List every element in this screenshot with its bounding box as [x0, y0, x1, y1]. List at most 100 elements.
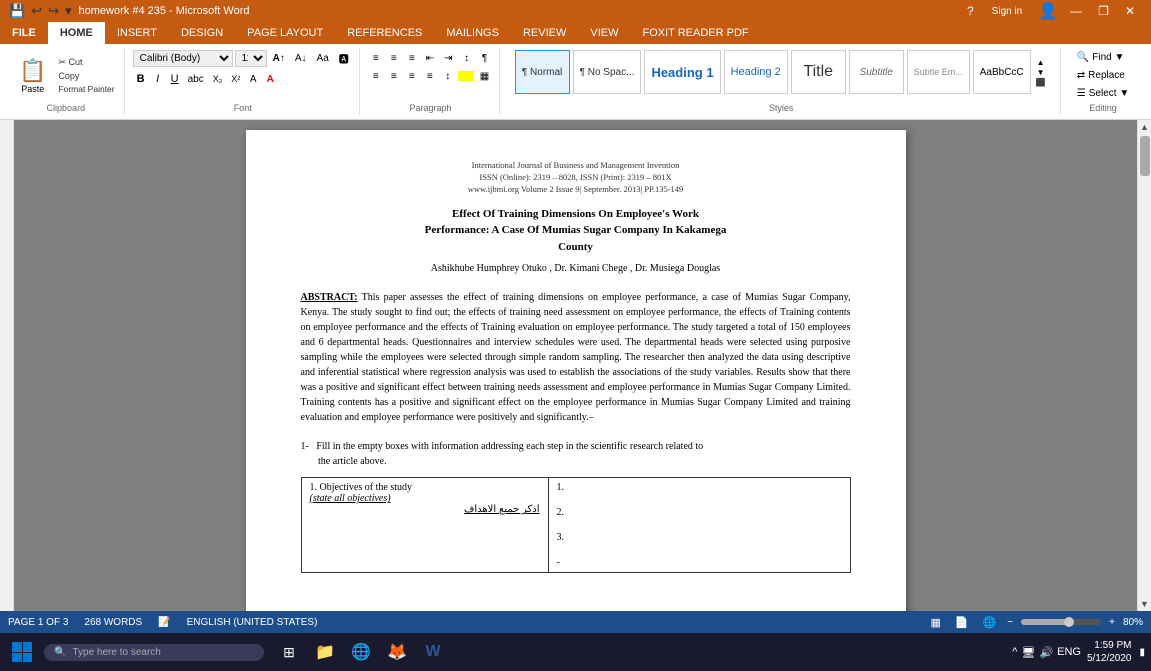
system-clock[interactable]: 1:59 PM 5/12/2020 — [1087, 639, 1132, 665]
increase-font-btn[interactable]: A↑ — [269, 51, 289, 67]
italic-button[interactable]: I — [150, 71, 166, 87]
tab-references[interactable]: REFERENCES — [335, 22, 434, 44]
zoom-plus-btn[interactable]: + — [1109, 617, 1115, 628]
tab-view[interactable]: VIEW — [578, 22, 630, 44]
zoom-out-btn[interactable]: − — [1007, 617, 1013, 628]
sign-in[interactable]: Sign in — [984, 4, 1031, 19]
underline-button[interactable]: U — [167, 71, 183, 87]
replace-button[interactable]: ⇄ Replace — [1074, 68, 1132, 83]
start-button[interactable] — [4, 638, 40, 666]
right-scrollbar[interactable]: ▲ ▼ — [1137, 120, 1151, 611]
scroll-down-arrow[interactable]: ▼ — [1138, 597, 1151, 611]
bold-button[interactable]: B — [133, 71, 149, 87]
align-center-btn[interactable]: ≡ — [386, 68, 402, 84]
tray-language[interactable]: ENG — [1057, 646, 1081, 658]
multilevel-list-btn[interactable]: ≡ — [404, 50, 420, 66]
paragraph-label: Paragraph — [409, 101, 451, 113]
tab-file[interactable]: FILE — [0, 22, 48, 44]
line-spacing-btn[interactable]: ↕ — [440, 68, 456, 84]
style-heading1[interactable]: Heading 1 — [644, 50, 720, 94]
style-subtle-emphasis[interactable]: Subtle Em... — [907, 50, 970, 94]
editing-label: Editing — [1089, 101, 1117, 113]
search-bar[interactable]: 🔍 Type here to search — [44, 644, 264, 661]
style-aabbc[interactable]: AaBbCcC — [973, 50, 1031, 94]
task-view-btn[interactable]: ⊞ — [272, 635, 306, 669]
restore-btn[interactable]: ❐ — [1090, 2, 1117, 20]
numbered-list-btn[interactable]: ≡ — [386, 50, 402, 66]
scrollbar-thumb[interactable] — [1140, 136, 1150, 176]
redo-qa-btn[interactable]: ↪ — [47, 2, 60, 20]
doc-table: 1. Objectives of the study (state all ob… — [301, 477, 851, 573]
table-row: 1. Objectives of the study (state all ob… — [301, 478, 850, 573]
increase-indent-btn[interactable]: ⇥ — [440, 50, 456, 66]
style-normal[interactable]: ¶ Normal — [515, 50, 570, 94]
web-layout-btn[interactable]: 🌐 — [980, 615, 1000, 630]
tab-foxit[interactable]: FOXIT READER PDF — [630, 22, 760, 44]
styles-scroll-btns[interactable]: ▲ ▼ ⬛ — [1034, 56, 1048, 89]
user-icon[interactable]: 👤 — [1038, 1, 1058, 21]
tab-design[interactable]: DESIGN — [169, 22, 235, 44]
strikethrough-button[interactable]: abc — [184, 71, 208, 87]
clock-time: 1:59 PM — [1087, 639, 1132, 652]
copy-button[interactable]: Copy — [55, 70, 117, 82]
firefox-btn[interactable]: 🦊 — [380, 635, 414, 669]
doc-question: 1- Fill in the empty boxes with informat… — [301, 439, 851, 469]
select-button[interactable]: ☰ Select ▼ — [1074, 86, 1132, 101]
align-right-btn[interactable]: ≡ — [404, 68, 420, 84]
decrease-indent-btn[interactable]: ⇤ — [422, 50, 438, 66]
file-explorer-btn[interactable]: 📁 — [308, 635, 342, 669]
font-family-select[interactable]: Calibri (Body) — [133, 50, 233, 67]
undo-qa-btn[interactable]: ↩ — [30, 2, 43, 20]
borders-btn[interactable]: ▦ — [476, 68, 493, 84]
clear-format-btn[interactable]: 🅰 — [335, 51, 353, 67]
tab-home[interactable]: HOME — [48, 22, 105, 44]
journal-line1: International Journal of Business and Ma… — [301, 160, 851, 172]
justify-btn[interactable]: ≡ — [422, 68, 438, 84]
style-subtitle[interactable]: Subtitle — [849, 50, 904, 94]
word-taskbar-btn[interactable]: W — [416, 635, 450, 669]
document-area[interactable]: International Journal of Business and Ma… — [14, 120, 1137, 611]
tab-page-layout[interactable]: PAGE LAYOUT — [235, 22, 335, 44]
paste-icon: 📋 — [19, 58, 46, 84]
shading-btn[interactable] — [458, 71, 474, 81]
scroll-up-arrow[interactable]: ▲ — [1138, 120, 1151, 134]
find-button[interactable]: 🔍 Find ▼ — [1074, 50, 1132, 65]
save-qa-btn[interactable]: 💾 — [8, 2, 26, 20]
bullets-btn[interactable]: ≡ — [368, 50, 384, 66]
customize-qa-btn[interactable]: ▾ — [64, 2, 73, 20]
help-btn[interactable]: ? — [961, 4, 980, 18]
print-layout-btn[interactable]: ▦ — [927, 615, 943, 630]
subscript-button[interactable]: X₂ — [209, 71, 227, 87]
read-mode-btn[interactable]: 📄 — [952, 615, 972, 630]
paragraph-group: ≡ ≡ ≡ ⇤ ⇥ ↕ ¶ ≡ ≡ ≡ ≡ ↕ ▦ Paragraph — [362, 48, 500, 115]
minimize-btn[interactable]: — — [1062, 2, 1090, 20]
zoom-slider-thumb[interactable] — [1064, 617, 1074, 627]
font-size-select[interactable]: 11 — [235, 50, 267, 67]
window-title: homework #4 235 - Microsoft Word — [79, 5, 250, 17]
align-left-btn[interactable]: ≡ — [368, 68, 384, 84]
style-no-spacing[interactable]: ¶ No Spac... — [573, 50, 642, 94]
tab-review[interactable]: REVIEW — [511, 22, 578, 44]
title-bar: 💾 ↩ ↪ ▾ homework #4 235 - Microsoft Word… — [0, 0, 1151, 22]
tray-network[interactable]: 🖥 — [1021, 646, 1035, 659]
tray-arrow[interactable]: ^ — [1012, 646, 1017, 658]
tray-volume[interactable]: 🔊 — [1039, 646, 1053, 659]
paste-button[interactable]: 📋 Paste — [14, 55, 51, 97]
chrome-btn[interactable]: 🌐 — [344, 635, 378, 669]
change-case-btn[interactable]: Aa — [313, 51, 333, 67]
format-painter-button[interactable]: Format Painter — [55, 83, 117, 95]
style-heading2[interactable]: Heading 2 — [724, 50, 788, 94]
cut-button[interactable]: ✂ Cut — [55, 56, 117, 69]
style-title[interactable]: Title — [791, 50, 846, 94]
sort-btn[interactable]: ↕ — [459, 50, 475, 66]
status-right: ▦ 📄 🌐 − + 80% — [927, 615, 1143, 630]
highlight-btn[interactable]: A — [245, 71, 261, 87]
font-color-btn[interactable]: A — [262, 71, 278, 87]
superscript-button[interactable]: X² — [227, 71, 244, 87]
show-hide-btn[interactable]: ¶ — [477, 50, 493, 66]
tab-insert[interactable]: INSERT — [105, 22, 169, 44]
close-btn[interactable]: ✕ — [1117, 2, 1143, 20]
show-desktop-btn[interactable]: ▮ — [1137, 647, 1147, 658]
decrease-font-btn[interactable]: A↓ — [291, 51, 311, 67]
tab-mailings[interactable]: MAILINGS — [434, 22, 511, 44]
